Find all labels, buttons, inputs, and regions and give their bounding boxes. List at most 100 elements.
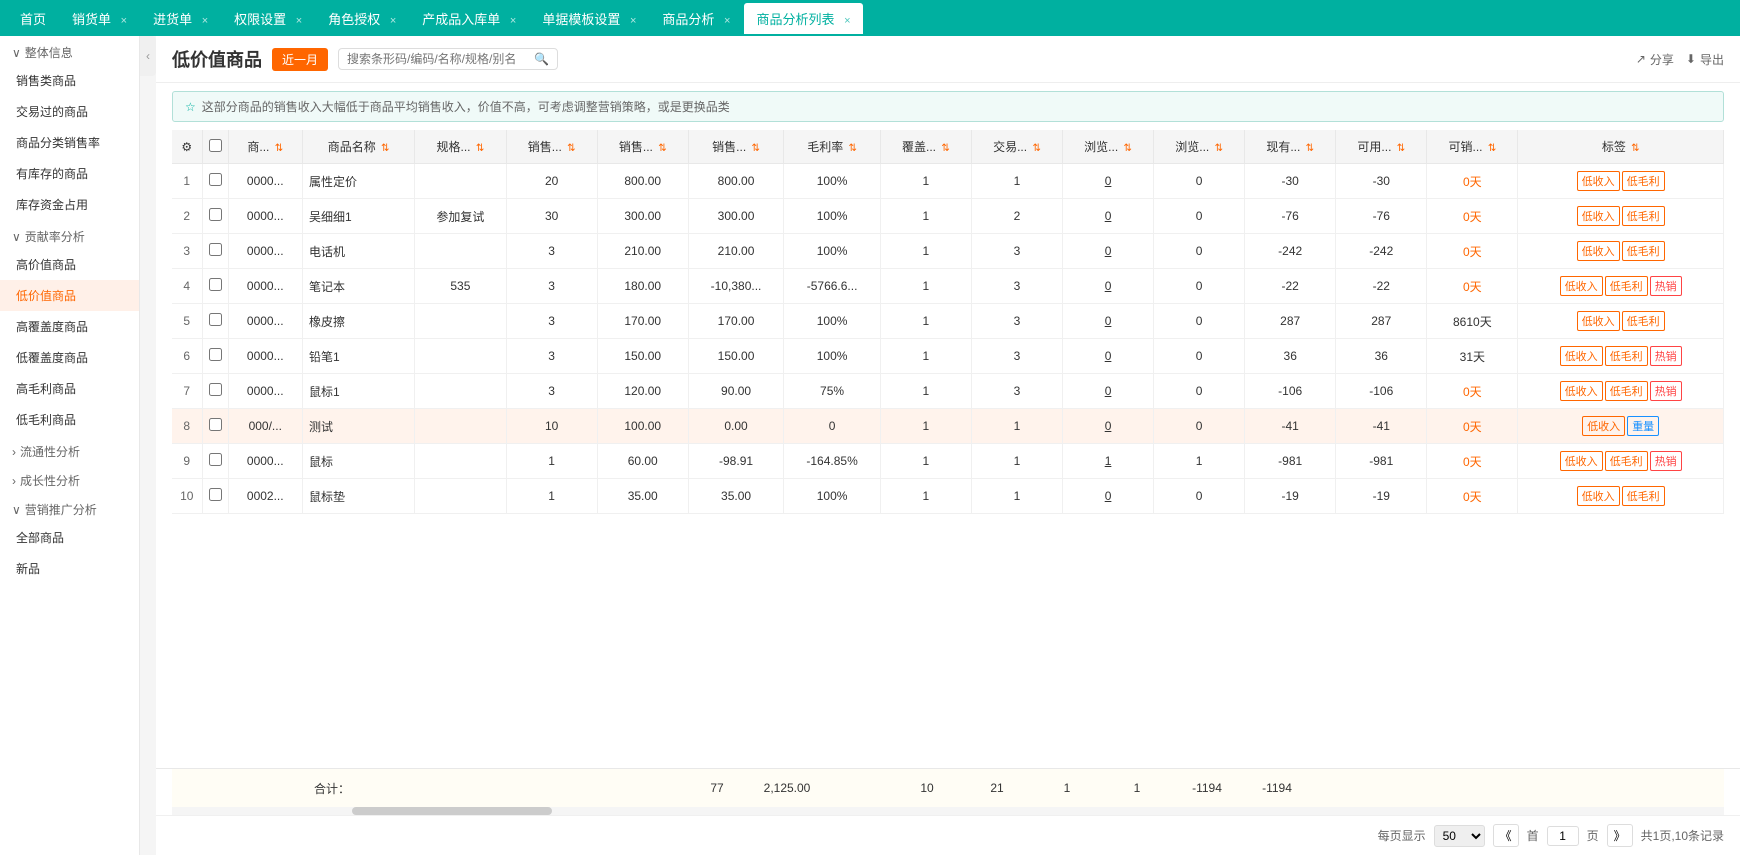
row-col7[interactable]: 0 <box>1063 164 1154 199</box>
sidebar-group-circulation[interactable]: ›流通性分析 <box>0 435 139 464</box>
row-col7[interactable]: 0 <box>1063 234 1154 269</box>
row-select-checkbox[interactable] <box>209 418 222 431</box>
sidebar-item-low-coverage[interactable]: 低覆盖度商品 <box>0 342 139 373</box>
row-col7[interactable]: 1 <box>1063 444 1154 479</box>
scrollbar-row[interactable] <box>172 807 1724 815</box>
sidebar-group-growth[interactable]: ›成长性分析 <box>0 464 139 493</box>
row-col7[interactable]: 0 <box>1063 269 1154 304</box>
row-col7[interactable]: 0 <box>1063 199 1154 234</box>
row-select-checkbox[interactable] <box>209 313 222 326</box>
nav-home[interactable]: 首页 <box>8 3 58 34</box>
sidebar-item-traded[interactable]: 交易过的商品 <box>0 96 139 127</box>
row-checkbox[interactable] <box>202 479 228 514</box>
col-code[interactable]: 商... ⇅ <box>228 130 303 164</box>
row-name[interactable]: 电话机 <box>303 234 415 269</box>
select-all-checkbox[interactable] <box>209 139 222 152</box>
row-col7[interactable]: 0 <box>1063 374 1154 409</box>
nav-template[interactable]: 单据模板设置 × <box>530 3 648 34</box>
page-number-input[interactable] <box>1547 826 1579 846</box>
row-select-checkbox[interactable] <box>209 208 222 221</box>
row-col7[interactable]: 0 <box>1063 339 1154 374</box>
col-name[interactable]: 商品名称 ⇅ <box>303 130 415 164</box>
row-checkbox[interactable] <box>202 374 228 409</box>
col-available[interactable]: 可用... ⇅ <box>1336 130 1427 164</box>
row-select-checkbox[interactable] <box>209 243 222 256</box>
row-select-checkbox[interactable] <box>209 488 222 501</box>
row-checkbox[interactable] <box>202 409 228 444</box>
row-checkbox[interactable] <box>202 199 228 234</box>
export-btn[interactable]: ⬇ 导出 <box>1686 51 1724 68</box>
sidebar-item-high-coverage[interactable]: 高覆盖度商品 <box>0 311 139 342</box>
nav-product-analysis[interactable]: 商品分析 × <box>650 3 742 34</box>
nav-roles[interactable]: 角色授权 × <box>316 3 408 34</box>
col-settings[interactable]: ⚙ <box>172 130 202 164</box>
row-col7[interactable]: 0 <box>1063 479 1154 514</box>
row-name[interactable]: 鼠标垫 <box>303 479 415 514</box>
col-transaction[interactable]: 交易... ⇅ <box>971 130 1062 164</box>
row-select-checkbox[interactable] <box>209 173 222 186</box>
col-coverage[interactable]: 覆盖... ⇅ <box>880 130 971 164</box>
row-select-checkbox[interactable] <box>209 348 222 361</box>
col-sales1[interactable]: 销售... ⇅ <box>506 130 597 164</box>
sidebar-item-in-stock[interactable]: 有库存的商品 <box>0 158 139 189</box>
row-select-checkbox[interactable] <box>209 453 222 466</box>
sidebar-item-capital[interactable]: 库存资金占用 <box>0 189 139 220</box>
row-checkbox[interactable] <box>202 339 228 374</box>
row-checkbox[interactable] <box>202 269 228 304</box>
nav-permissions[interactable]: 权限设置 × <box>222 3 314 34</box>
row-checkbox[interactable] <box>202 164 228 199</box>
sidebar-group-overall[interactable]: ∨整体信息 <box>0 36 139 65</box>
nav-product-warehouse[interactable]: 产成品入库单 × <box>410 3 528 34</box>
sidebar-item-low-value[interactable]: 低价值商品 <box>0 280 139 311</box>
row-col7[interactable]: 0 <box>1063 304 1154 339</box>
row-name[interactable]: 吴细细1 <box>303 199 415 234</box>
col-sellable[interactable]: 可销... ⇅ <box>1427 130 1518 164</box>
col-margin[interactable]: 毛利率 ⇅ <box>784 130 881 164</box>
row-name[interactable]: 鼠标 <box>303 444 415 479</box>
sidebar-group-marketing[interactable]: ∨营销推广分析 <box>0 493 139 522</box>
nav-purchase[interactable]: 进货单 × <box>141 3 220 34</box>
time-filter-btn[interactable]: 近一月 <box>272 48 328 71</box>
row-name[interactable]: 属性定价 <box>303 164 415 199</box>
search-icon[interactable]: 🔍 <box>534 52 549 66</box>
search-input[interactable] <box>347 52 528 66</box>
row-name[interactable]: 铅笔1 <box>303 339 415 374</box>
row-name[interactable]: 橡皮擦 <box>303 304 415 339</box>
nav-sales[interactable]: 销货单 × <box>60 3 139 34</box>
col-checkbox[interactable] <box>202 130 228 164</box>
row-checkbox[interactable] <box>202 444 228 479</box>
sidebar-collapse-btn[interactable]: ‹ <box>140 36 156 76</box>
row-col2: 35.00 <box>597 479 688 514</box>
first-page-btn[interactable]: 《 <box>1493 824 1519 847</box>
total-empty-sales3 <box>822 777 892 799</box>
row-checkbox[interactable] <box>202 234 228 269</box>
sidebar-item-low-margin[interactable]: 低毛利商品 <box>0 404 139 435</box>
row-name[interactable]: 鼠标1 <box>303 374 415 409</box>
sidebar-item-all-products[interactable]: 全部商品 <box>0 522 139 553</box>
col-current-stock[interactable]: 现有... ⇅ <box>1245 130 1336 164</box>
row-select-checkbox[interactable] <box>209 383 222 396</box>
row-name[interactable]: 测试 <box>303 409 415 444</box>
nav-product-analysis-list[interactable]: 商品分析列表 × <box>744 3 862 34</box>
last-page-btn[interactable]: 》 <box>1607 824 1633 847</box>
sidebar-item-high-value[interactable]: 高价值商品 <box>0 249 139 280</box>
sidebar-item-sales-products[interactable]: 销售类商品 <box>0 65 139 96</box>
row-checkbox[interactable] <box>202 304 228 339</box>
row-select-checkbox[interactable] <box>209 278 222 291</box>
col-browse1[interactable]: 浏览... ⇅ <box>1063 130 1154 164</box>
col-tags[interactable]: 标签 ⇅ <box>1518 130 1724 164</box>
scrollbar-thumb[interactable] <box>352 807 552 815</box>
row-name[interactable]: 笔记本 <box>303 269 415 304</box>
col-browse2[interactable]: 浏览... ⇅ <box>1154 130 1245 164</box>
sidebar-item-category-rate[interactable]: 商品分类销售率 <box>0 127 139 158</box>
row-col7[interactable]: 0 <box>1063 409 1154 444</box>
sidebar-item-new-products[interactable]: 新品 <box>0 553 139 584</box>
share-btn[interactable]: ↗ 分享 <box>1636 51 1674 68</box>
per-page-select[interactable]: 50 100 200 <box>1434 825 1485 847</box>
row-col5: 1 <box>880 444 971 479</box>
col-spec[interactable]: 规格... ⇅ <box>415 130 507 164</box>
col-sales3[interactable]: 销售... ⇅ <box>688 130 784 164</box>
sidebar-item-high-margin[interactable]: 高毛利商品 <box>0 373 139 404</box>
sidebar-group-contribution[interactable]: ∨贡献率分析 <box>0 220 139 249</box>
col-sales2[interactable]: 销售... ⇅ <box>597 130 688 164</box>
